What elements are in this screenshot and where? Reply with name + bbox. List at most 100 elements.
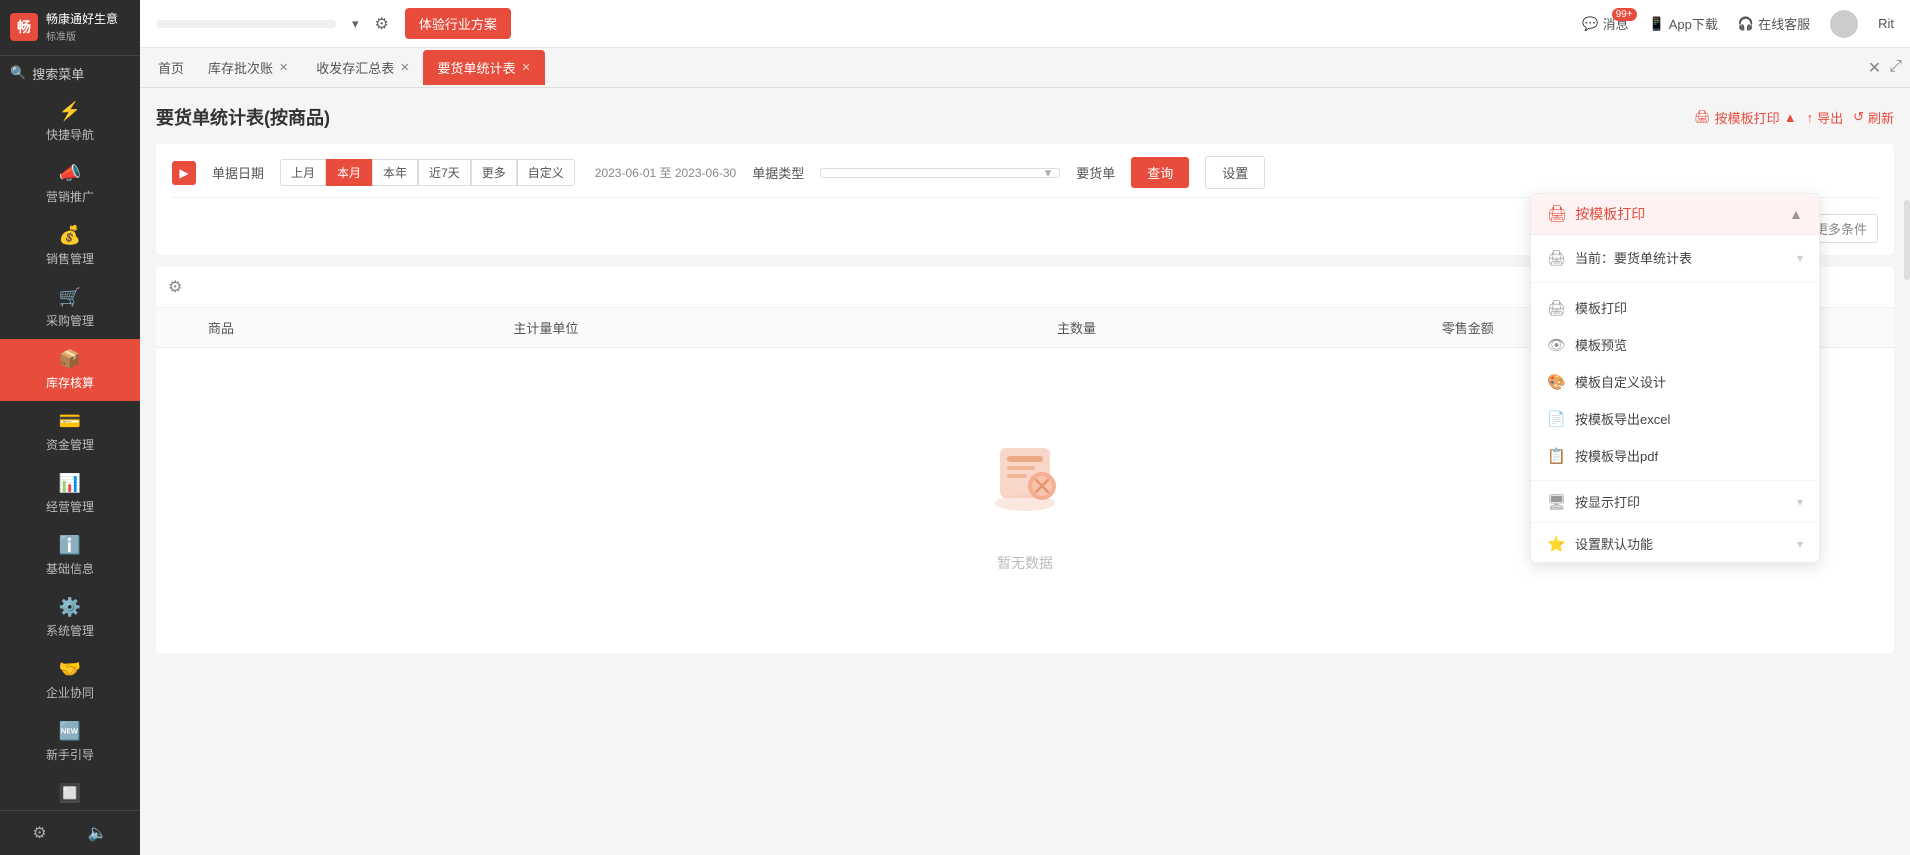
sidebar-item-label-purchase: 采购管理 (46, 312, 94, 329)
template-print-icon: 🖨 (1547, 299, 1565, 317)
sidebar-item-sales[interactable]: 💰 销售管理 (0, 215, 140, 277)
print-dropdown-menu: 🖨 按模板打印 ▲ 🖨 当前：要货单统计表 ▾ 🖨 模板打印 👁 模板预览 (1530, 193, 1820, 563)
query-button[interactable]: 查询 (1131, 157, 1189, 188)
sidebar-item-marketing[interactable]: 📣 营销推广 (0, 153, 140, 215)
dropdown-display-print[interactable]: 🖥 按显示打印 ▾ (1531, 483, 1819, 520)
sidebar-search[interactable]: 🔍 搜索菜单 (0, 56, 140, 91)
dropdown-items-section: 🖨 模板打印 👁 模板预览 🎨 模板自定义设计 📄 按模板导出excel 📋 按… (1531, 285, 1819, 478)
trial-button[interactable]: 体验行业方案 (405, 8, 511, 39)
type-select[interactable]: ▾ (820, 168, 1060, 178)
dropdown-template-pdf[interactable]: 📋 按模板导出pdf (1531, 437, 1819, 474)
dropdown-divider-2 (1531, 480, 1819, 481)
topbar-dropdown-arrow[interactable]: ▾ (352, 16, 359, 32)
app-edition: 标准版 (46, 28, 118, 43)
sidebar-item-appstore[interactable]: 🔲 应用中心 (0, 773, 140, 810)
sidebar-item-label-basic: 基础信息 (46, 560, 94, 577)
sidebar-item-label-sales: 销售管理 (46, 250, 94, 267)
refresh-label: 刷新 (1868, 108, 1894, 127)
sidebar-item-basic[interactable]: ℹ️ 基础信息 (0, 525, 140, 587)
current-template-arrow: ▾ (1797, 251, 1803, 265)
filter-row-1: ▶ 单据日期 上月 本月 本年 近7天 更多 自定义 2023-06-01 至 … (172, 156, 1878, 189)
date-toggle-group: 上月 本月 本年 近7天 更多 自定义 (280, 159, 575, 186)
tab-inventory-batch[interactable]: 库存批次账 ✕ (194, 50, 302, 85)
tab-home[interactable]: 首页 (148, 50, 194, 85)
printer-header-icon: 🖨 (1547, 204, 1567, 224)
date-last-month[interactable]: 上月 (280, 159, 326, 186)
sidebar-item-purchase[interactable]: 🛒 采购管理 (0, 277, 140, 339)
dropdown-close-icon[interactable]: ▲ (1789, 206, 1803, 222)
dropdown-template-preview[interactable]: 👁 模板预览 (1531, 326, 1819, 363)
refresh-button[interactable]: ↺ 刷新 (1853, 108, 1894, 127)
dropdown-template-print[interactable]: 🖨 模板打印 (1531, 289, 1819, 326)
date-last-7[interactable]: 近7天 (418, 159, 471, 186)
topbar-gear-icon[interactable]: ⚙ (375, 14, 389, 34)
sidebar-item-operations[interactable]: 📊 经营管理 (0, 463, 140, 525)
settings-icon[interactable]: ⚙ (32, 823, 46, 843)
sidebar-item-inventory[interactable]: 📦 库存核算 (0, 339, 140, 401)
dropdown-template-excel[interactable]: 📄 按模板导出excel (1531, 400, 1819, 437)
sidebar-item-enterprise[interactable]: 🤝 企业协同 (0, 649, 140, 711)
app-name: 畅康通好生意 (46, 12, 118, 28)
sidebar-item-system[interactable]: ⚙️ 系统管理 (0, 587, 140, 649)
volume-icon[interactable]: 🔈 (88, 823, 108, 843)
page-header: 要货单统计表(按商品) 🖨 按模板打印 ▲ ↑ 导出 ↺ 刷新 (156, 104, 1894, 130)
enterprise-icon: 🤝 (59, 659, 81, 680)
page-title: 要货单统计表(按商品) (156, 104, 330, 130)
sales-icon: 💰 (59, 225, 81, 246)
empty-icon (980, 428, 1070, 537)
sidebar-item-guide[interactable]: 🆕 新手引导 (0, 711, 140, 773)
type-select-arrow: ▾ (1045, 165, 1052, 181)
close-receipt-summary-icon[interactable]: ✕ (400, 61, 409, 74)
sidebar-item-finance[interactable]: 💳 资金管理 (0, 401, 140, 463)
topbar-right: 💬 消息 99+ 📱 App下载 🎧 在线客服 Rit (1582, 10, 1894, 38)
headset-icon: 🎧 (1738, 16, 1754, 32)
online-service-label: 在线客服 (1758, 14, 1810, 33)
dropdown-default-func[interactable]: ⭐ 设置默认功能 ▾ (1531, 525, 1819, 562)
topbar: ▾ ⚙ 体验行业方案 💬 消息 99+ 📱 App下载 🎧 在线客服 Rit (140, 0, 1910, 48)
page-content: 要货单统计表(按商品) 🖨 按模板打印 ▲ ↑ 导出 ↺ 刷新 (140, 88, 1910, 855)
basic-icon: ℹ️ (59, 535, 81, 556)
settings-button[interactable]: 设置 (1205, 156, 1265, 189)
user-avatar[interactable] (1830, 10, 1858, 38)
sidebar-item-label-inventory: 库存核算 (46, 374, 94, 391)
dropdown-current-template[interactable]: 🖨 当前：要货单统计表 ▾ (1531, 239, 1819, 276)
empty-text: 暂无数据 (997, 553, 1053, 573)
type-filter-label: 单据类型 (752, 163, 804, 182)
maximize-icon[interactable]: ⤢ (1889, 58, 1902, 78)
tab-receipt-summary[interactable]: 收发存汇总表 ✕ (302, 50, 423, 85)
template-pdf-icon: 📋 (1547, 447, 1565, 465)
date-this-month[interactable]: 本月 (326, 159, 372, 186)
date-filter-label: 单据日期 (212, 163, 264, 182)
print-template-button[interactable]: 🖨 按模板打印 ▲ (1694, 108, 1796, 127)
close-inventory-batch-icon[interactable]: ✕ (279, 61, 288, 74)
minimize-icon[interactable]: ✕ (1868, 58, 1881, 78)
export-button[interactable]: ↑ 导出 (1807, 108, 1844, 127)
date-custom[interactable]: 自定义 (517, 159, 575, 186)
window-controls: ✕ ⤢ (1868, 58, 1902, 78)
date-this-year[interactable]: 本年 (372, 159, 418, 186)
message-btn[interactable]: 💬 消息 99+ (1582, 14, 1628, 33)
sidebar-item-quick-nav[interactable]: ⚡ 快捷导航 (0, 91, 140, 153)
system-icon: ⚙️ (59, 597, 81, 618)
table-column-settings-icon[interactable]: ⚙ (168, 277, 182, 297)
date-more[interactable]: 更多 (471, 159, 517, 186)
col-unit: 主计量单位 (501, 308, 1045, 348)
app-logo: 畅 畅康通好生意 标准版 (0, 0, 140, 56)
dropdown-template-design[interactable]: 🎨 模板自定义设计 (1531, 363, 1819, 400)
filter-expand-icon[interactable]: ▶ (172, 161, 196, 185)
sidebar: 畅 畅康通好生意 标准版 🔍 搜索菜单 ⚡ 快捷导航 📣 营销推广 💰 销售管理… (0, 0, 140, 855)
username-label: Rit (1878, 16, 1894, 31)
main-area: ▾ ⚙ 体验行业方案 💬 消息 99+ 📱 App下载 🎧 在线客服 Rit 首… (140, 0, 1910, 855)
close-order-stats-icon[interactable]: ✕ (522, 61, 531, 74)
resize-handle[interactable] (1904, 200, 1910, 280)
receipt-summary-tab-label: 收发存汇总表 (316, 58, 394, 77)
online-service-btn[interactable]: 🎧 在线客服 (1738, 14, 1810, 33)
inventory-batch-tab-label: 库存批次账 (208, 58, 273, 77)
page-actions: 🖨 按模板打印 ▲ ↑ 导出 ↺ 刷新 (1694, 108, 1894, 127)
app-download-btn[interactable]: 📱 App下载 (1649, 14, 1718, 33)
tab-order-stats[interactable]: 要货单统计表 ✕ (423, 50, 544, 85)
logo-icon: 畅 (10, 13, 38, 41)
current-template-icon: 🖨 (1547, 249, 1565, 267)
template-excel-label: 按模板导出excel (1575, 409, 1803, 428)
col-settings (156, 308, 196, 348)
